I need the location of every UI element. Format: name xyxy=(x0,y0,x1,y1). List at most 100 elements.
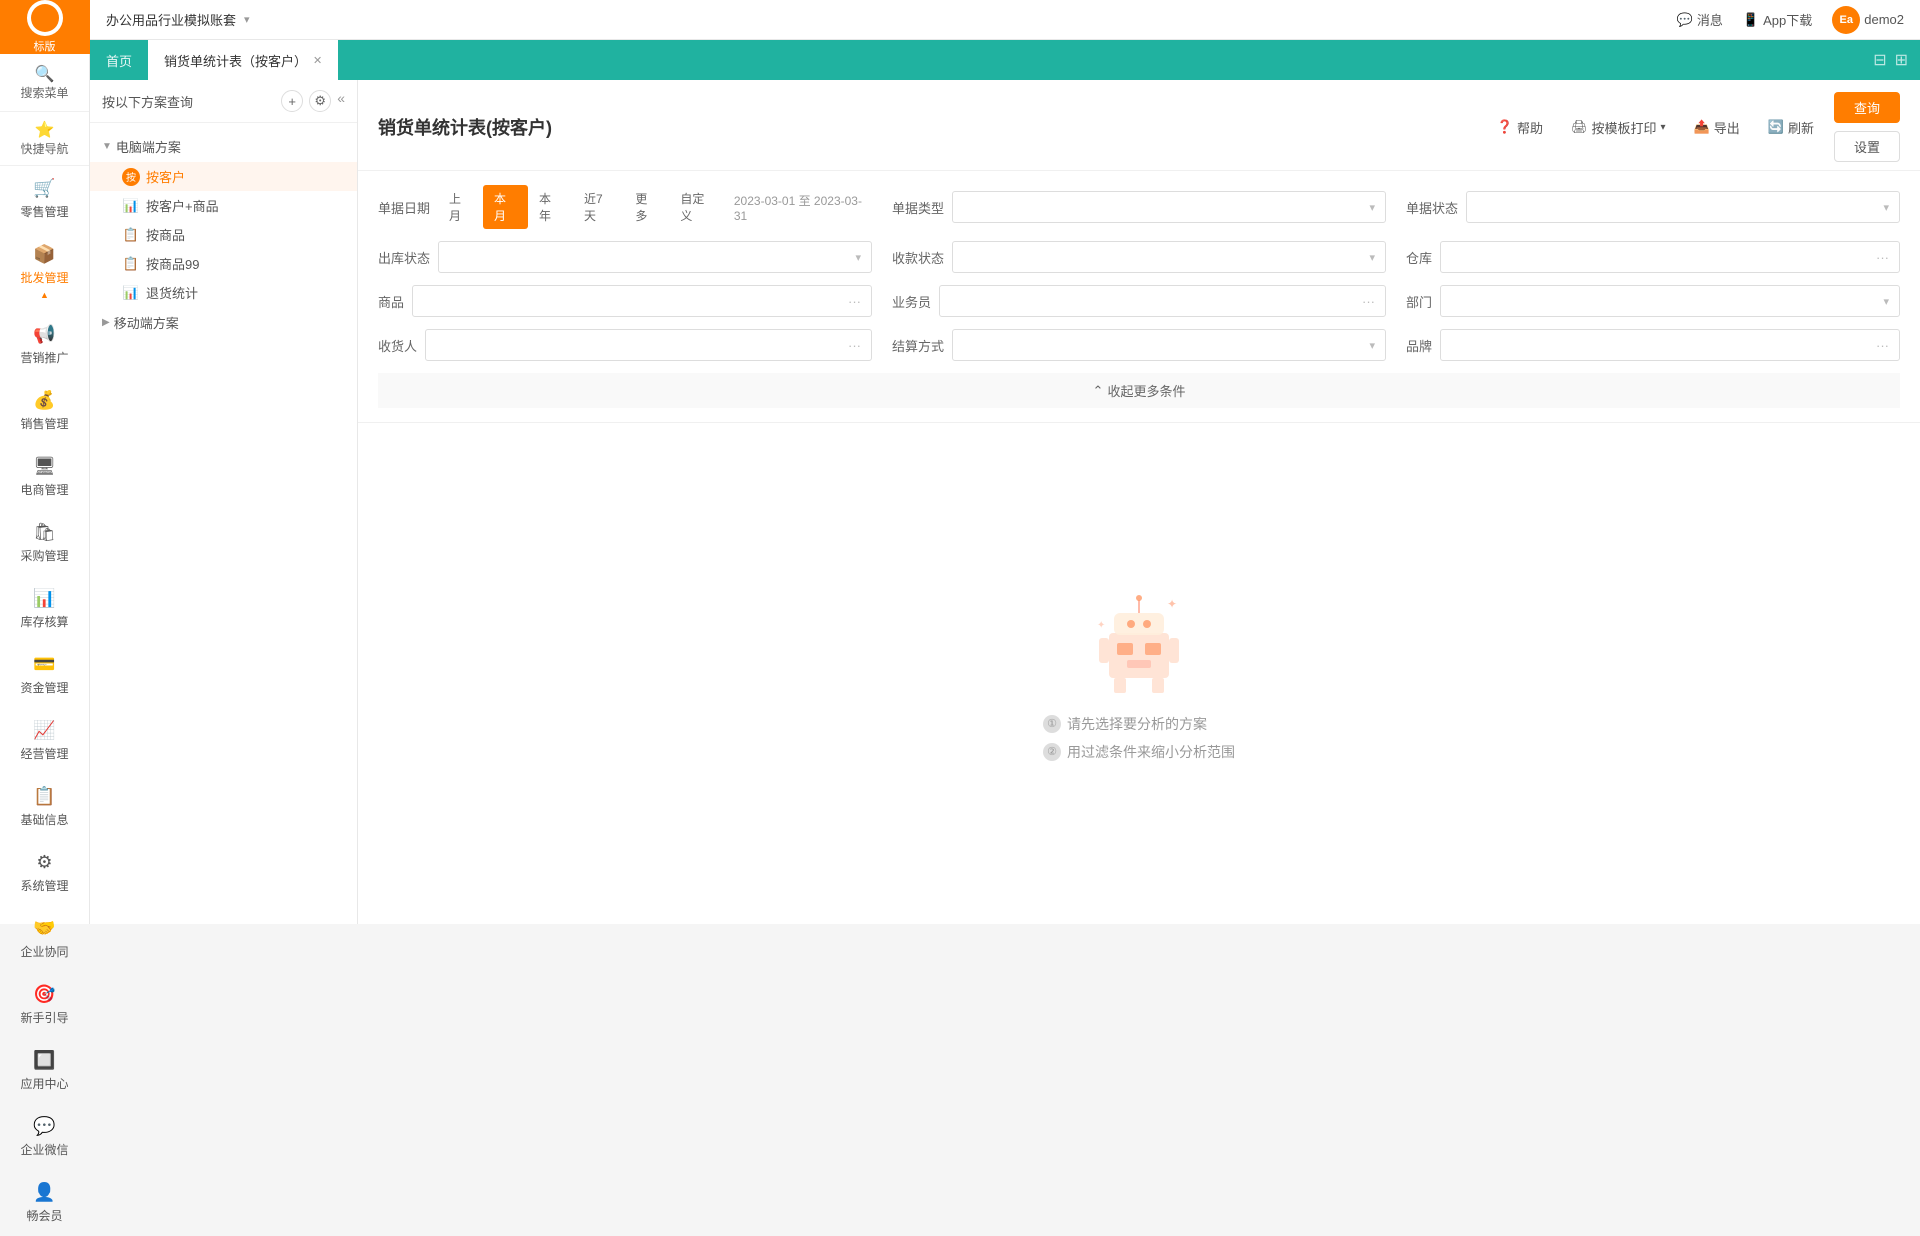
print-btn[interactable]: 🖨 按模板打印 ▾ xyxy=(1563,114,1674,141)
receiver-select[interactable]: ··· xyxy=(425,329,872,361)
add-scheme-btn[interactable]: + xyxy=(281,90,303,112)
empty-svg: ✦ ✦ xyxy=(1079,578,1199,698)
tab-home[interactable]: 首页 xyxy=(90,40,148,80)
sidebar-item-marketing[interactable]: 📢 营销推广 xyxy=(0,312,89,378)
sidebar-item-enterprise[interactable]: 🤝 企业协同 xyxy=(0,906,89,972)
filter-area: 单据日期 上月 本月 本年 近7天 更多 自定义 2023-03-01 至 20… xyxy=(358,171,1920,423)
basic-label: 基础信息 xyxy=(20,811,68,828)
home-tab-label: 首页 xyxy=(106,51,132,70)
window-minimize-icon[interactable]: ⊟ xyxy=(1873,50,1886,70)
sidebar-item-member[interactable]: 👤 畅会员 xyxy=(0,1170,89,1236)
product-select[interactable]: ··· xyxy=(412,285,872,317)
refresh-btn[interactable]: 🔄 刷新 xyxy=(1760,114,1822,141)
sidebar-item-ecommerce[interactable]: 🖥 电商管理 xyxy=(0,444,89,510)
export-btn[interactable]: 📤 导出 xyxy=(1686,114,1748,141)
order-type-select[interactable]: ▾ xyxy=(952,191,1386,223)
sidebar-item-basic[interactable]: 📋 基础信息 xyxy=(0,774,89,840)
tree-by-product-99[interactable]: 📋 按商品99 xyxy=(90,249,357,278)
salesperson-select[interactable]: ··· xyxy=(939,285,1386,317)
header-breadcrumb: 办公用品行业模拟账套 ▾ xyxy=(106,10,250,29)
ecommerce-label: 电商管理 xyxy=(20,481,68,498)
brand-select[interactable]: ··· xyxy=(1440,329,1900,361)
by-customer-icon: 按 xyxy=(122,168,140,186)
date-tab-thismonth[interactable]: 本月 xyxy=(483,185,528,229)
left-panel-title: 按以下方案查询 xyxy=(102,92,193,111)
order-type-label: 单据类型 xyxy=(892,198,944,217)
department-select[interactable]: ▾ xyxy=(1440,285,1900,317)
filter-row-2: 出库状态 ▾ 收款状态 ▾ 仓库 xyxy=(378,241,1900,273)
date-tab-lastmonth[interactable]: 上月 xyxy=(438,185,483,229)
sidebar-item-operations[interactable]: 📈 经营管理 xyxy=(0,708,89,774)
search-label: 搜索菜单 xyxy=(20,86,68,100)
app-download-btn[interactable]: 📱 App下载 xyxy=(1743,10,1812,29)
product-label: 商品 xyxy=(378,292,404,311)
date-tab-7days[interactable]: 近7天 xyxy=(573,185,624,229)
breadcrumb-arrow[interactable]: ▾ xyxy=(244,13,250,26)
product-filter: 商品 ··· xyxy=(378,285,872,317)
message-btn[interactable]: 💬 消息 xyxy=(1677,10,1723,29)
receiver-dots: ··· xyxy=(848,338,861,353)
settings-btn[interactable]: 设置 xyxy=(1834,131,1900,162)
sidebar-item-system[interactable]: ⚙ 系统管理 xyxy=(0,840,89,906)
collapse-more-btn[interactable]: ⌃ 收起更多条件 xyxy=(378,373,1900,408)
sidebar-quick-nav[interactable]: ⭐ 快捷导航 xyxy=(0,112,89,166)
sidebar-item-wholesale[interactable]: 📦 批发管理 ▲ xyxy=(0,232,89,312)
sidebar-item-inventory[interactable]: 📊 库存核算 xyxy=(0,576,89,642)
tree-desktop-section[interactable]: ▼ 电脑端方案 xyxy=(90,131,357,162)
tree-by-customer[interactable]: 按 按客户 xyxy=(90,162,357,191)
by-product-99-label: 按商品99 xyxy=(146,254,199,273)
sidebar-search[interactable]: 🔍 搜索菜单 xyxy=(0,54,89,112)
wechat-label: 企业微信 xyxy=(20,1141,68,1158)
tab-close-icon[interactable]: ✕ xyxy=(313,54,322,67)
sidebar-item-wechat[interactable]: 💬 企业微信 xyxy=(0,1104,89,1170)
warehouse-select[interactable]: ··· xyxy=(1440,241,1900,273)
message-label: 消息 xyxy=(1697,10,1723,29)
return-stats-label: 退货统计 xyxy=(146,283,198,302)
operations-label: 经营管理 xyxy=(20,745,68,762)
product-dots: ··· xyxy=(848,294,861,309)
sidebar-item-retail[interactable]: 🛒 零售管理 xyxy=(0,166,89,232)
tab-sales-stats[interactable]: 销货单统计表（按客户） ✕ xyxy=(148,40,338,80)
refresh-icon: 🔄 xyxy=(1768,119,1784,135)
member-icon: 👤 xyxy=(33,1182,55,1203)
outstock-filter: 出库状态 ▾ xyxy=(378,241,872,273)
tree-by-product[interactable]: 📋 按商品 xyxy=(90,220,357,249)
system-icon: ⚙ xyxy=(36,852,52,873)
scheme-settings-btn[interactable]: ⚙ xyxy=(309,90,331,112)
sales-label: 销售管理 xyxy=(20,415,68,432)
tip-num-2: ② xyxy=(1043,743,1061,761)
collapse-label: 收起更多条件 xyxy=(1107,381,1185,400)
member-label: 畅会员 xyxy=(26,1207,62,1224)
query-btn[interactable]: 查询 xyxy=(1834,92,1900,123)
date-tab-thisyear[interactable]: 本年 xyxy=(528,185,573,229)
tip-2: ② 用过滤条件来缩小分析范围 xyxy=(1043,742,1235,762)
receipt-select[interactable]: ▾ xyxy=(952,241,1386,273)
print-label: 按模板打印 xyxy=(1592,118,1657,137)
help-btn[interactable]: ❓ 帮助 xyxy=(1489,114,1551,141)
order-status-select[interactable]: ▾ xyxy=(1466,191,1900,223)
export-label: 导出 xyxy=(1714,118,1740,137)
collapse-panel-btn[interactable]: « xyxy=(337,90,345,112)
outstock-select[interactable]: ▾ xyxy=(438,241,872,273)
app-subtitle: 标版 xyxy=(34,38,56,54)
appstore-icon: 🔲 xyxy=(33,1050,55,1071)
date-tab-custom[interactable]: 自定义 xyxy=(669,185,725,229)
left-panel-header: 按以下方案查询 + ⚙ « xyxy=(90,80,357,123)
desktop-section-label: 电脑端方案 xyxy=(116,137,181,156)
sidebar-item-sales[interactable]: 💰 销售管理 xyxy=(0,378,89,444)
tree-mobile-section[interactable]: ▶ 移动端方案 xyxy=(90,307,357,338)
logo-icon xyxy=(27,0,63,36)
tree-by-customer-product[interactable]: 📊 按客户+商品 xyxy=(90,191,357,220)
settlement-select[interactable]: ▾ xyxy=(952,329,1386,361)
date-tab-more[interactable]: 更多 xyxy=(624,185,669,229)
user-menu[interactable]: Ea demo2 xyxy=(1832,6,1904,34)
basic-icon: 📋 xyxy=(33,786,55,807)
help-label: 帮助 xyxy=(1517,118,1543,137)
sidebar-item-newbie[interactable]: 🎯 新手引导 xyxy=(0,972,89,1038)
tree-return-stats[interactable]: 📊 退货统计 xyxy=(90,278,357,307)
system-label: 系统管理 xyxy=(20,877,68,894)
sidebar-item-finance[interactable]: 💳 资金管理 xyxy=(0,642,89,708)
window-maximize-icon[interactable]: ⊞ xyxy=(1895,50,1908,70)
sidebar-item-purchase[interactable]: 🛍 采购管理 xyxy=(0,510,89,576)
sidebar-item-appstore[interactable]: 🔲 应用中心 xyxy=(0,1038,89,1104)
